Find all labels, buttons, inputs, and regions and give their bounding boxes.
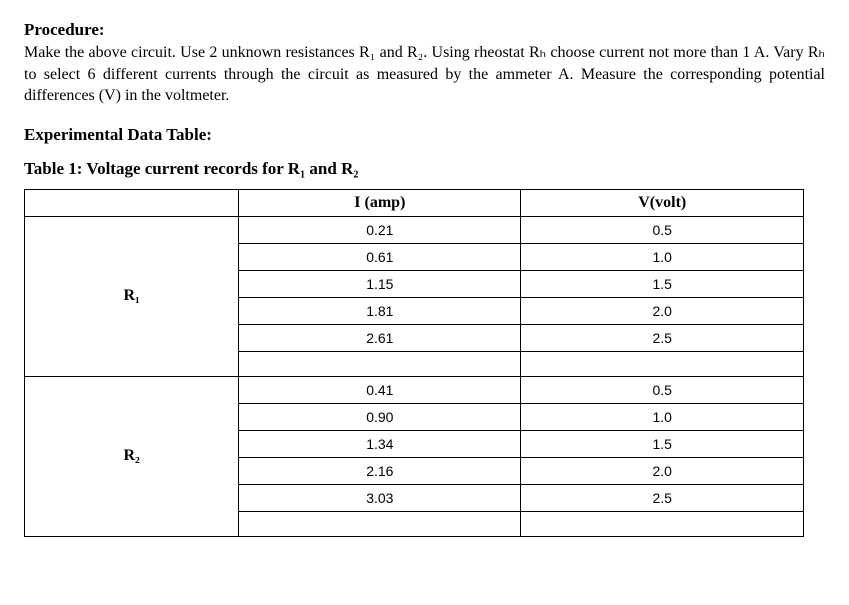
cell-v [521, 351, 804, 376]
cell-i [239, 511, 521, 536]
cell-i: 1.15 [239, 270, 521, 297]
data-section-title: Experimental Data Table: [24, 125, 825, 145]
table-row: R₂ 0.41 0.5 [25, 376, 804, 403]
header-blank [25, 189, 239, 216]
cell-i: 3.03 [239, 484, 521, 511]
table-header-row: I (amp) V(volt) [25, 189, 804, 216]
cell-i: 2.16 [239, 457, 521, 484]
cell-v [521, 511, 804, 536]
cell-i: 1.81 [239, 297, 521, 324]
group-label-r1: R₁ [25, 216, 239, 376]
cell-v: 1.5 [521, 270, 804, 297]
cell-v: 0.5 [521, 376, 804, 403]
cell-v: 0.5 [521, 216, 804, 243]
cell-i: 1.34 [239, 430, 521, 457]
cell-i: 2.61 [239, 324, 521, 351]
cell-v: 2.0 [521, 297, 804, 324]
procedure-text: Make the above circuit. Use 2 unknown re… [24, 42, 825, 107]
table-row: R₁ 0.21 0.5 [25, 216, 804, 243]
cell-v: 2.5 [521, 324, 804, 351]
table-title: Table 1: Voltage current records for R₁ … [24, 159, 825, 179]
cell-i: 0.41 [239, 376, 521, 403]
cell-i: 0.21 [239, 216, 521, 243]
data-table: I (amp) V(volt) R₁ 0.21 0.5 0.61 1.0 1.1… [24, 189, 804, 537]
header-current: I (amp) [239, 189, 521, 216]
procedure-heading: Procedure: [24, 20, 825, 40]
cell-i: 0.90 [239, 403, 521, 430]
cell-v: 1.0 [521, 243, 804, 270]
cell-v: 2.5 [521, 484, 804, 511]
cell-v: 1.5 [521, 430, 804, 457]
cell-v: 2.0 [521, 457, 804, 484]
header-voltage: V(volt) [521, 189, 804, 216]
cell-i [239, 351, 521, 376]
cell-i: 0.61 [239, 243, 521, 270]
group-label-r2: R₂ [25, 376, 239, 536]
cell-v: 1.0 [521, 403, 804, 430]
